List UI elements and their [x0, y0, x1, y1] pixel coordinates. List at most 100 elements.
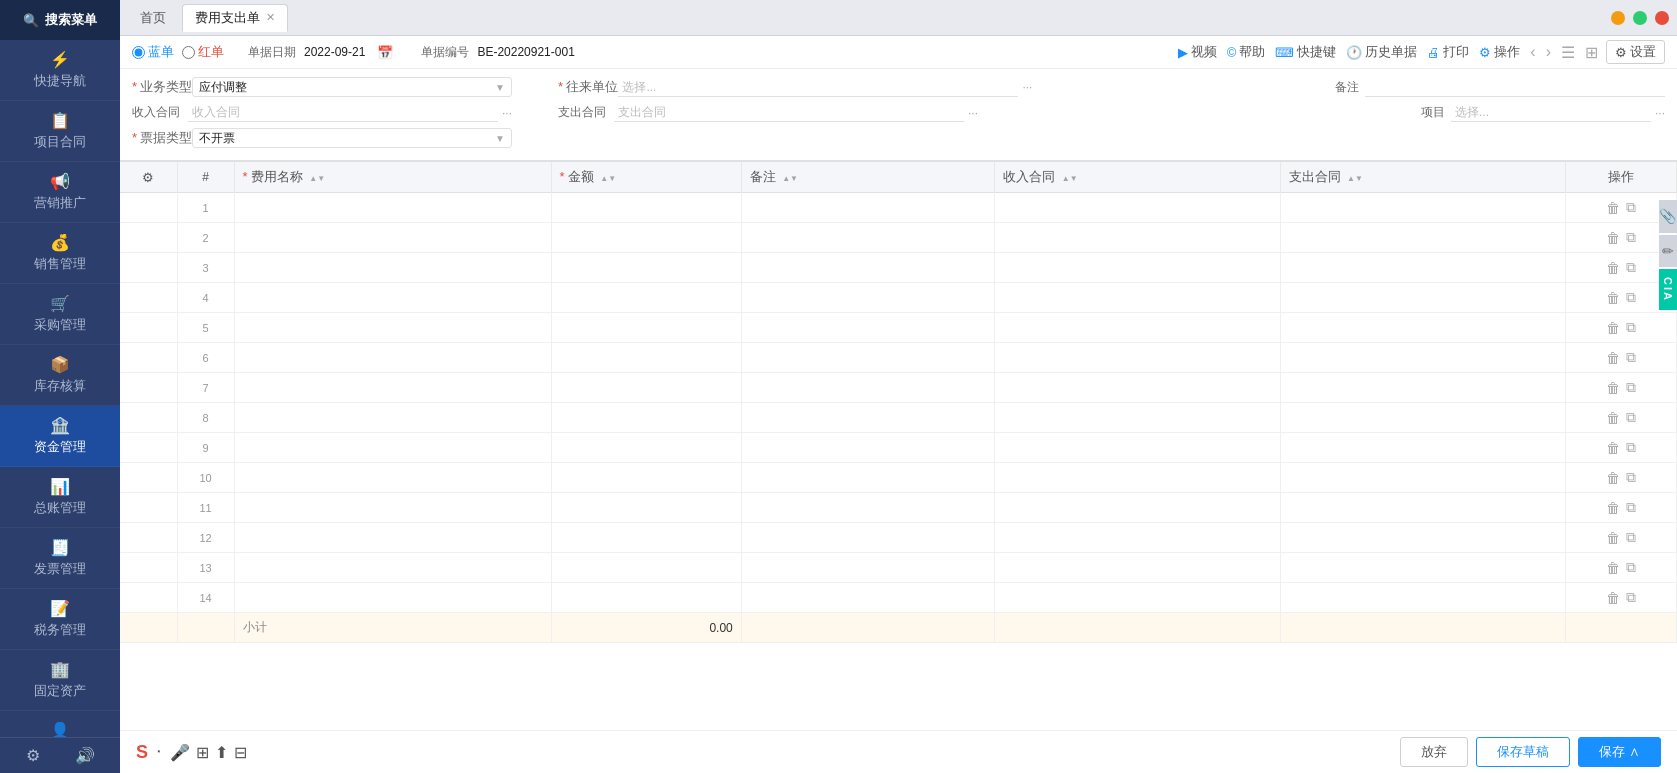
settings-button[interactable]: ⚙ 设置	[1606, 40, 1665, 64]
row-name-cell[interactable]	[234, 193, 551, 223]
row-amount-input[interactable]	[560, 231, 733, 245]
row-note-cell[interactable]	[741, 523, 995, 553]
row-amount-cell[interactable]	[551, 553, 741, 583]
row-income-input[interactable]	[1003, 411, 1271, 425]
row-amount-input[interactable]	[560, 531, 733, 545]
row-copy-icon[interactable]: ⧉	[1626, 379, 1636, 396]
row-name-input[interactable]	[243, 471, 543, 485]
row-copy-icon[interactable]: ⧉	[1626, 319, 1636, 336]
row-amount-cell[interactable]	[551, 463, 741, 493]
settings-icon[interactable]: ⚙	[26, 746, 40, 765]
row-note-cell[interactable]	[741, 193, 995, 223]
row-amount-input[interactable]	[560, 501, 733, 515]
row-amount-input[interactable]	[560, 471, 733, 485]
tab-home[interactable]: 首页	[128, 4, 178, 32]
row-note-input[interactable]	[750, 321, 987, 335]
row-note-input[interactable]	[750, 291, 987, 305]
sidebar-item-accounting[interactable]: 📊总账管理	[0, 467, 120, 528]
row-delete-icon[interactable]: 🗑	[1606, 470, 1620, 486]
row-name-cell[interactable]	[234, 313, 551, 343]
sidebar-item-quick-nav[interactable]: ⚡快捷导航	[0, 40, 120, 101]
row-name-cell[interactable]	[234, 433, 551, 463]
row-delete-icon[interactable]: 🗑	[1606, 530, 1620, 546]
operations-btn[interactable]: ⚙操作	[1479, 43, 1520, 61]
row-name-input[interactable]	[243, 501, 543, 515]
row-expense-input[interactable]	[1289, 261, 1557, 275]
window-close-button[interactable]	[1655, 11, 1669, 25]
row-expense-cell[interactable]	[1280, 373, 1565, 403]
row-income-cell[interactable]	[995, 523, 1280, 553]
view-list-icon[interactable]: ☰	[1561, 43, 1575, 62]
partner-ellipsis-icon[interactable]: ···	[1022, 80, 1032, 94]
sidebar-item-salary[interactable]: 👤工资	[0, 711, 120, 737]
sidebar-item-invoice[interactable]: 🧾发票管理	[0, 528, 120, 589]
col-header-expense[interactable]: 支出合同 ▲▼	[1280, 162, 1565, 193]
row-copy-icon[interactable]: ⧉	[1626, 439, 1636, 456]
right-float-edit[interactable]: ✏	[1659, 235, 1677, 267]
row-note-cell[interactable]	[741, 403, 995, 433]
row-amount-input[interactable]	[560, 411, 733, 425]
row-income-input[interactable]	[1003, 501, 1271, 515]
row-income-input[interactable]	[1003, 531, 1271, 545]
row-copy-icon[interactable]: ⧉	[1626, 349, 1636, 366]
row-amount-input[interactable]	[560, 351, 733, 365]
row-name-input[interactable]	[243, 441, 543, 455]
row-amount-cell[interactable]	[551, 343, 741, 373]
row-note-input[interactable]	[750, 561, 987, 575]
row-copy-icon[interactable]: ⧉	[1626, 409, 1636, 426]
row-delete-icon[interactable]: 🗑	[1606, 350, 1620, 366]
row-name-cell[interactable]	[234, 253, 551, 283]
project-ellipsis-icon[interactable]: ···	[1655, 106, 1665, 120]
sidebar-item-fixed-assets[interactable]: 🏢固定资产	[0, 650, 120, 711]
row-expense-cell[interactable]	[1280, 463, 1565, 493]
row-copy-icon[interactable]: ⧉	[1626, 559, 1636, 576]
row-amount-input[interactable]	[560, 201, 733, 215]
row-income-cell[interactable]	[995, 343, 1280, 373]
row-amount-cell[interactable]	[551, 193, 741, 223]
income-sort-icon[interactable]: ▲▼	[1062, 174, 1078, 183]
row-expense-input[interactable]	[1289, 321, 1557, 335]
row-amount-cell[interactable]	[551, 583, 741, 613]
save-button[interactable]: 保存 ∧	[1578, 737, 1661, 767]
row-copy-icon[interactable]: ⧉	[1626, 529, 1636, 546]
row-income-input[interactable]	[1003, 231, 1271, 245]
tab-close-icon[interactable]: ✕	[266, 11, 275, 24]
bottom-apps-icon[interactable]: ⊟	[234, 743, 247, 762]
row-income-cell[interactable]	[995, 433, 1280, 463]
row-amount-cell[interactable]	[551, 313, 741, 343]
business-type-select-container[interactable]: 应付调整 ▼	[192, 77, 512, 97]
row-name-input[interactable]	[243, 561, 543, 575]
row-name-cell[interactable]	[234, 223, 551, 253]
row-name-input[interactable]	[243, 201, 543, 215]
row-note-input[interactable]	[750, 441, 987, 455]
col-header-note[interactable]: 备注 ▲▼	[741, 162, 995, 193]
history-btn[interactable]: 🕐历史单据	[1346, 43, 1417, 61]
row-delete-icon[interactable]: 🗑	[1606, 560, 1620, 576]
nav-right-icon[interactable]: ›	[1546, 43, 1551, 61]
row-delete-icon[interactable]: 🗑	[1606, 320, 1620, 336]
bottom-mic-icon[interactable]: 🎤	[170, 743, 190, 762]
bottom-screenshot-icon[interactable]: ⊞	[196, 743, 209, 762]
row-amount-cell[interactable]	[551, 523, 741, 553]
row-expense-input[interactable]	[1289, 471, 1557, 485]
row-amount-input[interactable]	[560, 381, 733, 395]
print-btn[interactable]: 🖨打印	[1427, 43, 1469, 61]
remark-input[interactable]	[1365, 78, 1665, 97]
row-delete-icon[interactable]: 🗑	[1606, 590, 1620, 606]
income-contract-ellipsis-icon[interactable]: ···	[502, 106, 512, 120]
row-note-input[interactable]	[750, 201, 987, 215]
video-btn[interactable]: ▶视频	[1178, 43, 1217, 61]
row-name-cell[interactable]	[234, 343, 551, 373]
amount-sort-icon[interactable]: ▲▼	[600, 174, 616, 183]
expense-contract-input[interactable]	[614, 103, 964, 122]
row-amount-input[interactable]	[560, 561, 733, 575]
row-copy-icon[interactable]: ⧉	[1626, 469, 1636, 486]
tab-expense-sheet[interactable]: 费用支出单 ✕	[182, 4, 288, 32]
row-delete-icon[interactable]: 🗑	[1606, 230, 1620, 246]
invoice-type-select-container[interactable]: 不开票 ▼	[192, 128, 512, 148]
sidebar-item-tax[interactable]: 📝税务管理	[0, 589, 120, 650]
row-note-cell[interactable]	[741, 283, 995, 313]
window-maximize-button[interactable]	[1633, 11, 1647, 25]
help-btn[interactable]: ©帮助	[1227, 43, 1266, 61]
row-amount-cell[interactable]	[551, 373, 741, 403]
